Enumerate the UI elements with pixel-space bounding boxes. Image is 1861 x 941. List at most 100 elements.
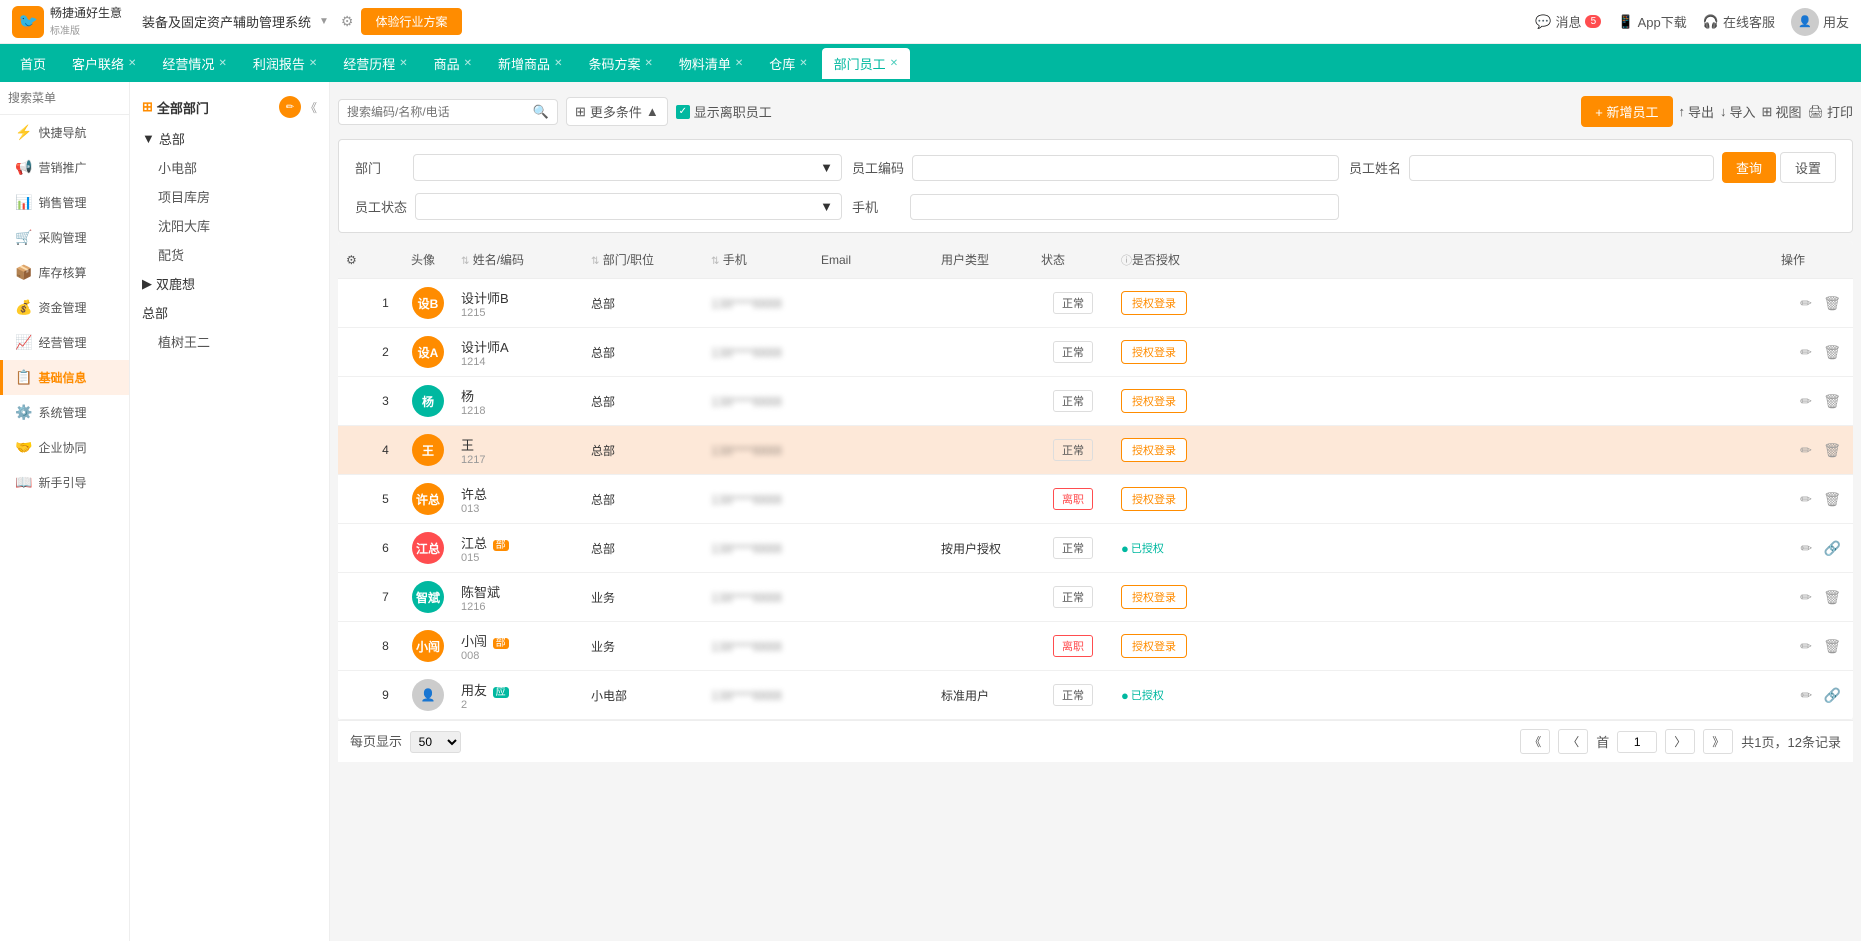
more-filter-button[interactable]: ⊞ 更多条件 ▲: [566, 97, 668, 126]
row5-edit-button[interactable]: ✏: [1796, 489, 1816, 510]
sidebar-item-basic[interactable]: 📋 基础信息: [0, 360, 129, 395]
row1-delete-button[interactable]: 🗑: [1819, 293, 1845, 314]
online-service-button[interactable]: 🎧 在线客服: [1703, 12, 1775, 31]
settings-icon[interactable]: ⚙: [341, 13, 354, 30]
query-button[interactable]: 查询: [1722, 152, 1776, 183]
row7-delete-button[interactable]: 🗑: [1819, 587, 1845, 608]
first-page-button[interactable]: 《: [1520, 729, 1550, 754]
dept-item-zhishu[interactable]: 植树王二: [130, 327, 329, 356]
row1-edit-button[interactable]: ✏: [1796, 293, 1816, 314]
last-page-button[interactable]: 》: [1703, 729, 1733, 754]
empname-filter-input[interactable]: [1409, 155, 1714, 181]
dept-collapse-button[interactable]: 《: [305, 99, 317, 116]
import-button[interactable]: ↓ 导入: [1720, 102, 1756, 121]
row8-delete-button[interactable]: 🗑: [1819, 636, 1845, 657]
tab-history-close[interactable]: ✕: [399, 58, 407, 69]
row6-edit-button[interactable]: ✏: [1796, 538, 1816, 559]
tab-profit-close[interactable]: ✕: [309, 58, 317, 69]
all-dept-button[interactable]: ⊞ 全部部门: [142, 98, 275, 117]
dept-edit-button[interactable]: ✏: [279, 96, 301, 118]
sidebar-item-operation[interactable]: 📈 经营管理: [0, 325, 129, 360]
trial-button[interactable]: 体验行业方案: [361, 8, 461, 35]
row4-delete-button[interactable]: 🗑: [1819, 440, 1845, 461]
row5-delete-button[interactable]: 🗑: [1819, 489, 1845, 510]
tab-barcode-close[interactable]: ✕: [644, 58, 652, 69]
empcode-filter-input[interactable]: [912, 155, 1339, 181]
sidebar-item-purchase[interactable]: 🛒 采购管理: [0, 220, 129, 255]
tab-customer-close[interactable]: ✕: [128, 58, 136, 69]
sidebar-item-sales[interactable]: 📊 销售管理: [0, 185, 129, 220]
tab-goods[interactable]: 商品 ✕: [422, 48, 484, 79]
col-dept-header[interactable]: ⇅ 部门/职位: [583, 241, 703, 279]
tab-employees-close[interactable]: ✕: [890, 58, 898, 69]
tab-history[interactable]: 经营历程 ✕: [331, 48, 419, 79]
tab-bom[interactable]: 物料清单 ✕: [667, 48, 755, 79]
dept-item-shuanglu[interactable]: ▶ 双鹿想: [130, 269, 329, 298]
tab-employees[interactable]: 部门员工 ✕: [822, 48, 910, 79]
row8-auth-button[interactable]: 授权登录: [1121, 634, 1187, 658]
sidebar-item-system[interactable]: ⚙️ 系统管理: [0, 395, 129, 430]
row7-auth-button[interactable]: 授权登录: [1121, 585, 1187, 609]
page-number-input[interactable]: [1617, 731, 1657, 753]
col-phone-header[interactable]: ⇅ 手机: [703, 241, 813, 279]
row4-edit-button[interactable]: ✏: [1796, 440, 1816, 461]
sidebar-item-enterprise[interactable]: 🤝 企业协同: [0, 430, 129, 465]
row7-edit-button[interactable]: ✏: [1796, 587, 1816, 608]
system-dropdown-icon[interactable]: ▼: [319, 16, 329, 27]
row3-edit-button[interactable]: ✏: [1796, 391, 1816, 412]
auth-info-icon[interactable]: ⓘ: [1121, 255, 1132, 267]
row6-link-button[interactable]: 🔗: [1820, 538, 1845, 559]
row3-auth-button[interactable]: 授权登录: [1121, 389, 1187, 413]
dept-item-xiaodian[interactable]: 小电部: [130, 153, 329, 182]
tab-goods-close[interactable]: ✕: [464, 58, 472, 69]
row8-edit-button[interactable]: ✏: [1796, 636, 1816, 657]
phone-filter-input[interactable]: [910, 194, 1339, 220]
user-area[interactable]: 👤 用友: [1791, 8, 1849, 36]
next-page-button[interactable]: 〉: [1665, 729, 1695, 754]
dept-item-peihuo[interactable]: 配货: [130, 240, 329, 269]
tab-new-goods-close[interactable]: ✕: [554, 58, 562, 69]
row9-edit-button[interactable]: ✏: [1796, 685, 1816, 706]
tab-operation[interactable]: 经营情况 ✕: [150, 48, 238, 79]
row3-delete-button[interactable]: 🗑: [1819, 391, 1845, 412]
add-employee-button[interactable]: + 新增员工: [1581, 96, 1672, 127]
row4-auth-button[interactable]: 授权登录: [1121, 438, 1187, 462]
row9-link-button[interactable]: 🔗: [1820, 685, 1845, 706]
tab-customer[interactable]: 客户联络 ✕: [60, 48, 148, 79]
message-button[interactable]: 💬 消息 5: [1535, 12, 1601, 31]
tab-warehouse[interactable]: 仓库 ✕: [757, 48, 819, 79]
app-download-button[interactable]: 📱 App下载: [1617, 12, 1686, 31]
tab-warehouse-close[interactable]: ✕: [799, 58, 807, 69]
tab-bom-close[interactable]: ✕: [735, 58, 743, 69]
dept-item-zongbu-parent[interactable]: ▼ 总部: [130, 124, 329, 153]
tab-operation-close[interactable]: ✕: [218, 58, 226, 69]
row2-edit-button[interactable]: ✏: [1796, 342, 1816, 363]
tab-new-goods[interactable]: 新增商品 ✕: [486, 48, 574, 79]
setting-button[interactable]: 设置: [1780, 152, 1836, 183]
print-button[interactable]: 🖨 打印: [1807, 102, 1853, 121]
col-name-header[interactable]: ⇅ 姓名/编码: [453, 241, 583, 279]
show-resigned-toggle[interactable]: ✓ 显示离职员工: [676, 102, 772, 121]
dept-item-zongbu2[interactable]: 总部: [130, 298, 329, 327]
per-page-select[interactable]: 50 100 200: [410, 731, 461, 753]
sidebar-item-guide[interactable]: 📖 新手引导: [0, 465, 129, 500]
tab-barcode[interactable]: 条码方案 ✕: [576, 48, 664, 79]
dept-filter-select[interactable]: ▼: [413, 154, 842, 181]
row2-delete-button[interactable]: 🗑: [1819, 342, 1845, 363]
row1-auth-button[interactable]: 授权登录: [1121, 291, 1187, 315]
tab-profit[interactable]: 利润报告 ✕: [241, 48, 329, 79]
dept-item-shenyang[interactable]: 沈阳大库: [130, 211, 329, 240]
prev-page-button[interactable]: 〈: [1558, 729, 1588, 754]
view-button[interactable]: ⊞ 视图: [1762, 102, 1802, 121]
row2-auth-button[interactable]: 授权登录: [1121, 340, 1187, 364]
sidebar-item-quick-nav[interactable]: ⚡ 快捷导航: [0, 115, 129, 150]
sidebar-search-input[interactable]: [8, 91, 130, 105]
search-input[interactable]: [347, 105, 529, 119]
sidebar-item-marketing[interactable]: 📢 营销推广: [0, 150, 129, 185]
status-filter-select[interactable]: ▼: [415, 193, 842, 220]
col-settings[interactable]: ⚙: [338, 241, 368, 279]
row5-auth-button[interactable]: 授权登录: [1121, 487, 1187, 511]
sidebar-item-finance[interactable]: 💰 资金管理: [0, 290, 129, 325]
sidebar-item-inventory[interactable]: 📦 库存核算: [0, 255, 129, 290]
export-button[interactable]: ↑ 导出: [1679, 102, 1715, 121]
